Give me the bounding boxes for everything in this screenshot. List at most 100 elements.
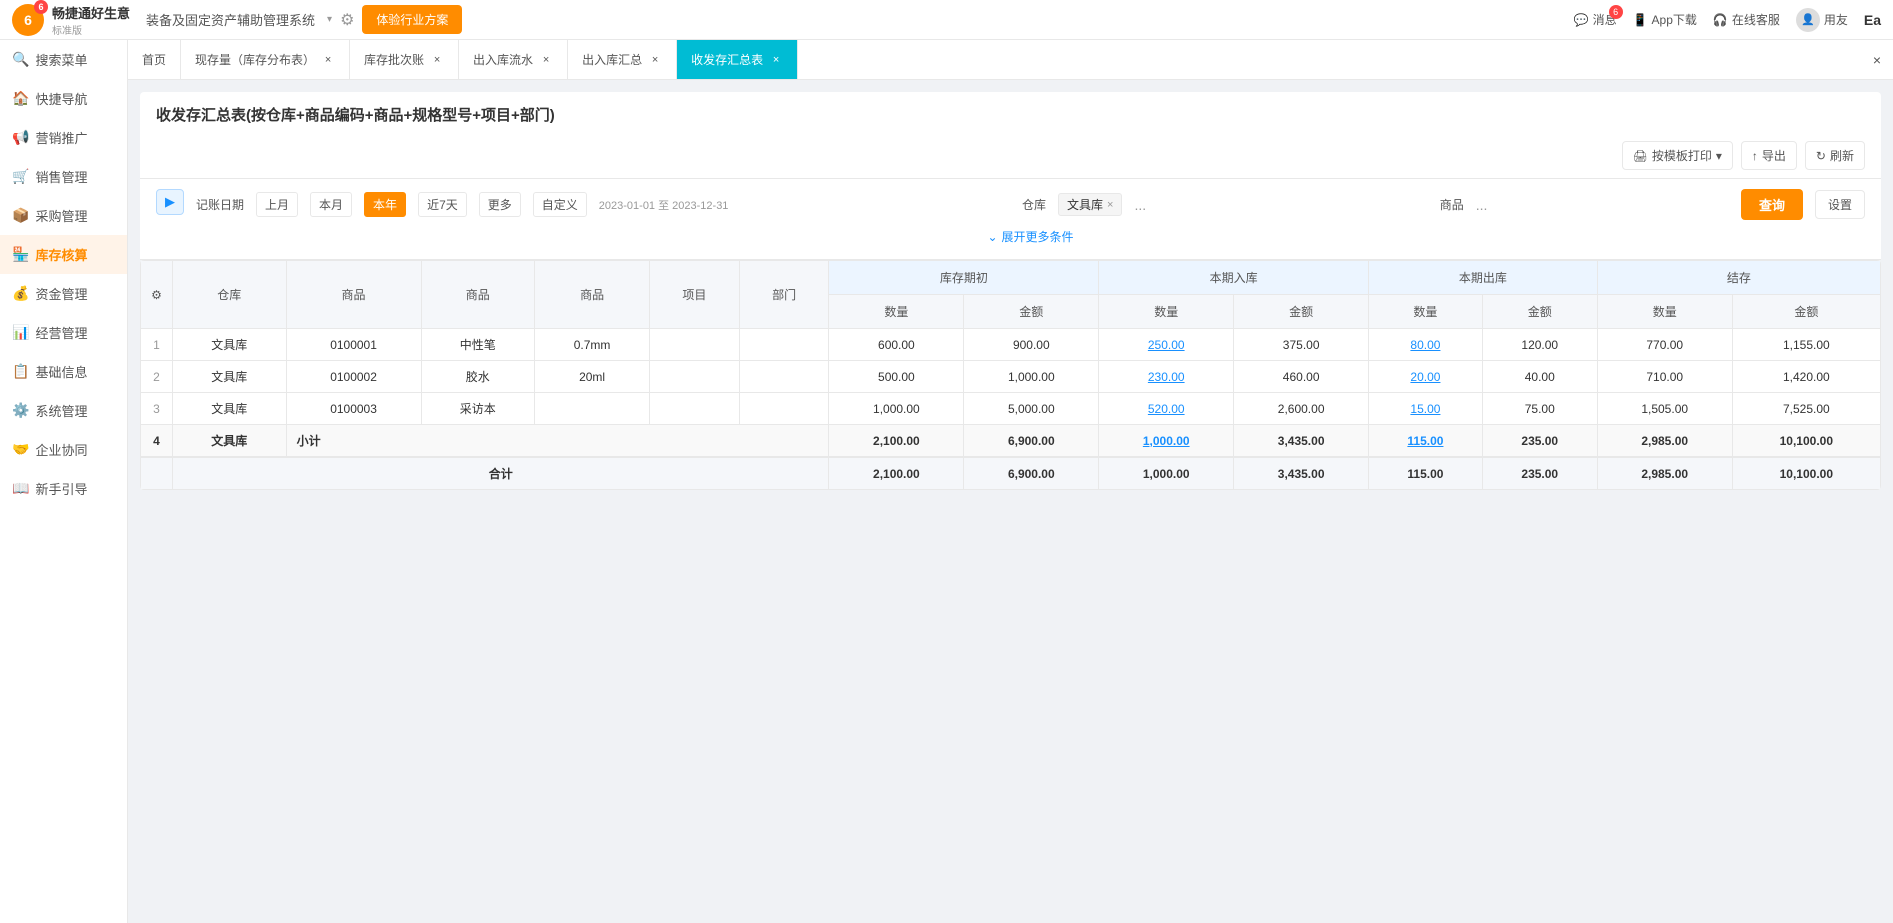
- table-header-row-1: ⚙ 仓库 商品 商品 商品 项目 部门 库存期初 本期入库 本期出库 结存: [141, 261, 1881, 295]
- sidebar-item-operations[interactable]: 📊 经营管理: [0, 313, 127, 352]
- goods-ellipsis[interactable]: ...: [1476, 197, 1488, 213]
- marketing-icon: 📢: [12, 129, 29, 146]
- refresh-button[interactable]: ↻ 刷新: [1805, 141, 1865, 170]
- app-title-block: 畅捷通好生意 标准版: [52, 3, 130, 37]
- sidebar-item-basic-info[interactable]: 📋 基础信息: [0, 352, 127, 391]
- sidebar-item-finance[interactable]: 💰 资金管理: [0, 274, 127, 313]
- cell-dept-1: [739, 329, 829, 361]
- tab-bar-close[interactable]: ×: [1861, 40, 1893, 79]
- export-button[interactable]: ↑ 导出: [1741, 141, 1797, 170]
- sidebar-item-system[interactable]: ⚙️ 系统管理: [0, 391, 127, 430]
- cell-sub-iqty[interactable]: 1,000.00: [1099, 425, 1234, 458]
- cell-spec-3: [535, 393, 650, 425]
- th-goods-name: 商品: [421, 261, 535, 329]
- date-btn-this-year[interactable]: 本年: [364, 192, 406, 217]
- system-dropdown[interactable]: 装备及固定资产辅助管理系统 ▾: [138, 10, 332, 29]
- cell-oqty-3[interactable]: 15.00: [1369, 393, 1483, 425]
- tab-summary-label: 出入库汇总: [582, 51, 642, 68]
- cell-iqty-2[interactable]: 230.00: [1099, 361, 1234, 393]
- tab-flow[interactable]: 出入库流水 ×: [459, 40, 568, 79]
- query-button[interactable]: 查询: [1741, 189, 1803, 220]
- filter-toggle-btn[interactable]: ▶: [156, 189, 184, 215]
- footer-oamt: 235.00: [1482, 457, 1597, 490]
- footer-label: 合计: [173, 457, 829, 490]
- tab-summary-close[interactable]: ×: [648, 53, 662, 67]
- tab-batch-close[interactable]: ×: [430, 53, 444, 67]
- in-qty-link-1: 250.00: [1148, 338, 1185, 352]
- subtotal-row: 4 文具库 小计 2,100.00 6,900.00 1,000.00 3,43…: [141, 425, 1881, 458]
- sidebar-purchase-label: 采购管理: [35, 206, 87, 225]
- logo-icon: 6 6: [12, 4, 44, 36]
- footer-bamt2: 10,100.00: [1732, 457, 1880, 490]
- app-download-item[interactable]: 📱 App下载: [1633, 11, 1697, 28]
- in-qty-link-3: 520.00: [1148, 402, 1185, 416]
- trial-button[interactable]: 体验行业方案: [362, 5, 462, 34]
- tab-summary[interactable]: 出入库汇总 ×: [568, 40, 677, 79]
- cell-num-3: 3: [141, 393, 173, 425]
- footer-bqty: 2,100.00: [829, 457, 964, 490]
- sidebar-item-search[interactable]: 🔍 搜索菜单: [0, 40, 127, 79]
- system-name: 装备及固定资产辅助管理系统: [138, 10, 323, 29]
- cell-oamt-1: 120.00: [1482, 329, 1597, 361]
- headset-icon: 🎧: [1713, 13, 1728, 27]
- cell-code-2: 0100002: [286, 361, 421, 393]
- tab-inventory-dist[interactable]: 现存量（库存分布表） ×: [181, 40, 350, 79]
- date-btn-this-month[interactable]: 本月: [310, 192, 352, 217]
- expand-label: 展开更多条件: [1002, 228, 1074, 245]
- table-footer: 合计 2,100.00 6,900.00 1,000.00 3,435.00 1…: [141, 457, 1881, 490]
- footer-bqty2: 2,985.00: [1597, 457, 1732, 490]
- settings-icon[interactable]: ⚙: [340, 10, 354, 30]
- user-item[interactable]: 👤 用友: [1796, 8, 1848, 32]
- cell-oqty-2[interactable]: 20.00: [1369, 361, 1483, 393]
- date-btn-7days[interactable]: 近7天: [418, 192, 467, 217]
- sidebar-item-guide[interactable]: 📖 新手引导: [0, 469, 127, 508]
- sidebar-finance-label: 资金管理: [35, 284, 87, 303]
- warehouse-ellipsis[interactable]: ...: [1134, 197, 1146, 213]
- tab-home[interactable]: 首页: [128, 40, 181, 79]
- tab-batch[interactable]: 库存批次账 ×: [350, 40, 459, 79]
- date-btn-last-month[interactable]: 上月: [256, 192, 298, 217]
- date-btn-custom[interactable]: 自定义: [533, 192, 587, 217]
- cell-warehouse-2: 文具库: [173, 361, 287, 393]
- footer-oqty: 115.00: [1369, 457, 1483, 490]
- cell-code-3: 0100003: [286, 393, 421, 425]
- main-layout: 🔍 搜索菜单 🏠 快捷导航 📢 营销推广 🛒 销售管理 📦 采购管理 🏪: [0, 40, 1893, 923]
- online-service-item[interactable]: 🎧 在线客服: [1713, 11, 1780, 28]
- sidebar-item-marketing[interactable]: 📢 营销推广: [0, 118, 127, 157]
- sidebar-enterprise-label: 企业协同: [35, 440, 87, 459]
- cell-sub-bamt2: 10,100.00: [1732, 425, 1880, 458]
- cell-proj-1: [650, 329, 740, 361]
- cell-sub-oqty[interactable]: 115.00: [1369, 425, 1483, 458]
- print-button[interactable]: 🖨 按模板打印 ▾: [1622, 141, 1733, 170]
- sidebar-item-inventory[interactable]: 🏪 库存核算: [0, 235, 127, 274]
- footer-iqty: 1,000.00: [1099, 457, 1234, 490]
- table-row: 3 文具库 0100003 采访本 1,000.00 5,000.00 520.…: [141, 393, 1881, 425]
- sidebar-item-quick-nav[interactable]: 🏠 快捷导航: [0, 79, 127, 118]
- date-btn-more[interactable]: 更多: [479, 192, 521, 217]
- message-item[interactable]: 💬 消息 6: [1574, 11, 1617, 28]
- tab-recv-send-close[interactable]: ×: [769, 53, 783, 67]
- tab-batch-label: 库存批次账: [364, 51, 424, 68]
- expand-more-btn[interactable]: ⌄ 展开更多条件: [987, 224, 1073, 249]
- cell-bqty-1: 600.00: [829, 329, 964, 361]
- sidebar-item-purchase[interactable]: 📦 采购管理: [0, 196, 127, 235]
- th-settings[interactable]: ⚙: [141, 261, 173, 329]
- sidebar-item-sales[interactable]: 🛒 销售管理: [0, 157, 127, 196]
- cell-iqty-3[interactable]: 520.00: [1099, 393, 1234, 425]
- ea-item[interactable]: Ea: [1864, 12, 1881, 28]
- tab-flow-close[interactable]: ×: [539, 53, 553, 67]
- cell-dept-3: [739, 393, 829, 425]
- setting-button[interactable]: 设置: [1815, 190, 1865, 219]
- table-row: 1 文具库 0100001 中性笔 0.7mm 600.00 900.00 25…: [141, 329, 1881, 361]
- cell-iqty-1[interactable]: 250.00: [1099, 329, 1234, 361]
- tab-recv-send[interactable]: 收发存汇总表 ×: [677, 40, 798, 79]
- cell-oqty-1[interactable]: 80.00: [1369, 329, 1483, 361]
- cell-oamt-2: 40.00: [1482, 361, 1597, 393]
- warehouse-tag-close[interactable]: ×: [1107, 199, 1113, 211]
- date-label: 记账日期: [196, 196, 244, 213]
- th-period-in: 本期入库: [1099, 261, 1369, 295]
- th-goods-code: 商品: [286, 261, 421, 329]
- warehouse-tag-text: 文具库: [1067, 196, 1103, 213]
- sidebar-item-enterprise[interactable]: 🤝 企业协同: [0, 430, 127, 469]
- tab-inventory-dist-close[interactable]: ×: [321, 53, 335, 67]
